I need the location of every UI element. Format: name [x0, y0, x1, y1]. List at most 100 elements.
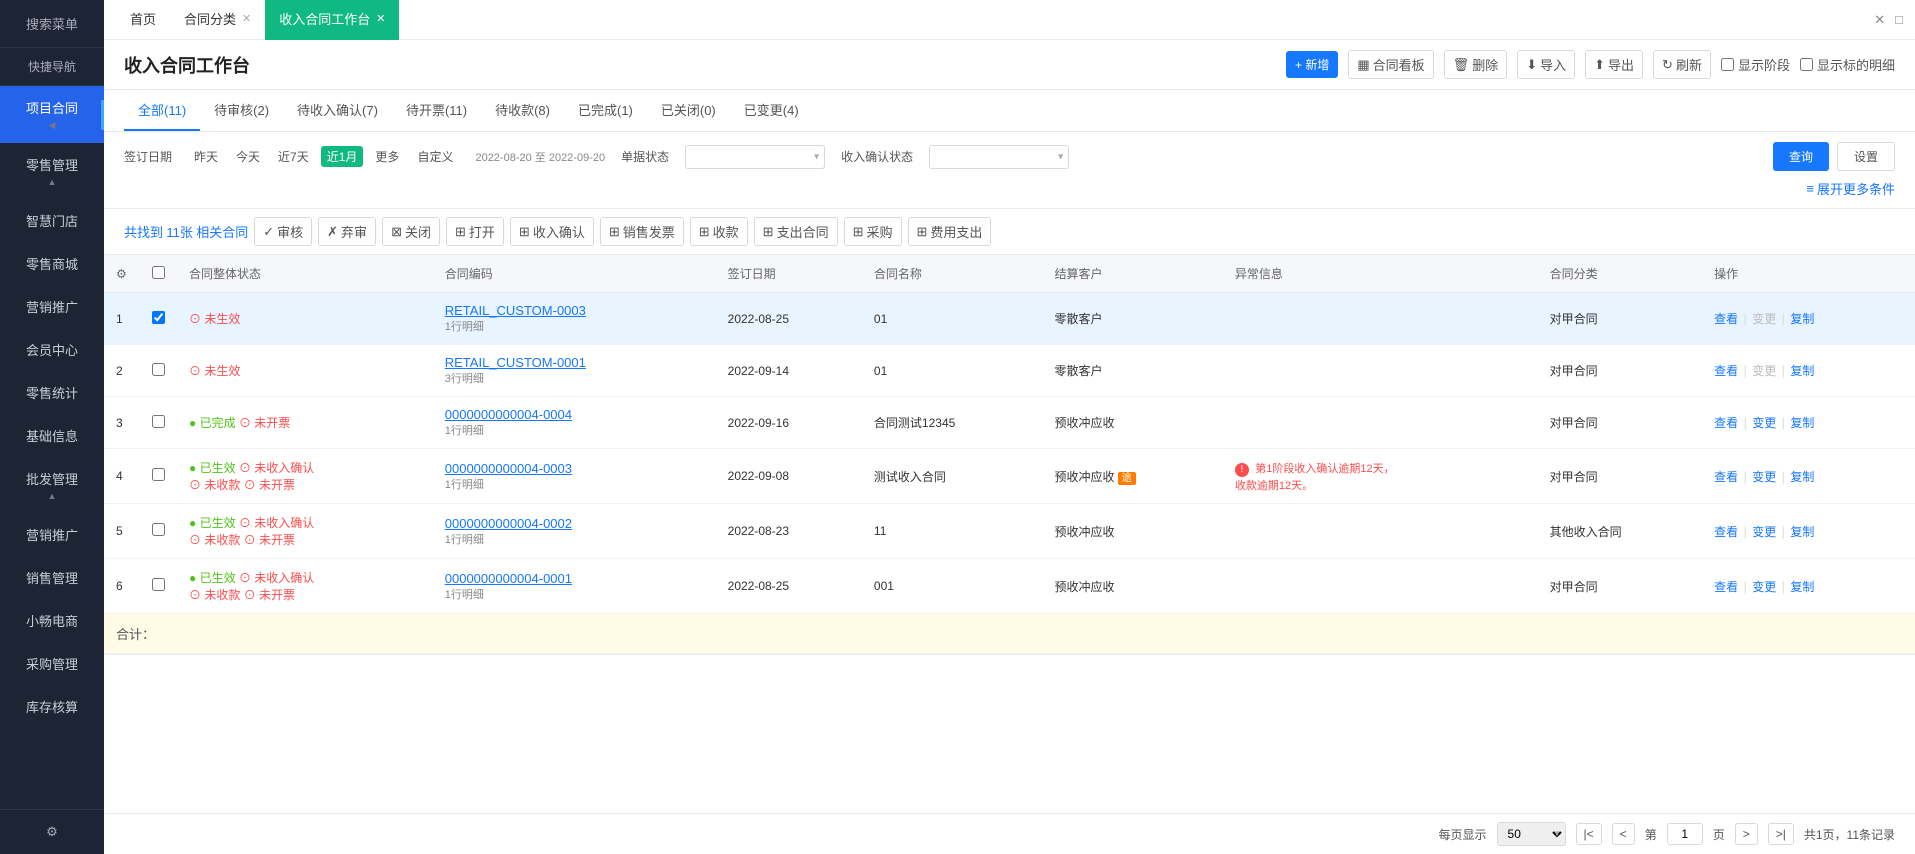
subtab-pending-payment[interactable]: 待收款(8)	[481, 90, 564, 131]
expense-button[interactable]: ⊞ 费用支出	[908, 217, 992, 246]
new-button[interactable]: + 新增	[1286, 51, 1338, 78]
sidebar-item-retail-mgmt[interactable]: 零售管理 ▲	[0, 143, 104, 199]
sidebar-item-purchase[interactable]: 采购管理	[0, 642, 104, 685]
edit-btn[interactable]: 变更	[1752, 364, 1776, 378]
check-cell[interactable]	[140, 345, 177, 397]
sidebar-item-sales-mgmt[interactable]: 销售管理	[0, 556, 104, 599]
copy-btn[interactable]: 复制	[1790, 525, 1814, 539]
doc-status-select[interactable]	[685, 145, 825, 169]
sidebar-item-retail-stats[interactable]: 零售统计	[0, 371, 104, 414]
subtab-changed[interactable]: 已变更(4)	[730, 90, 813, 131]
contract-code-link[interactable]: 0000000000004-0004	[445, 407, 572, 422]
copy-btn[interactable]: 复制	[1790, 580, 1814, 594]
last-page-btn[interactable]: >|	[1768, 823, 1794, 845]
copy-btn[interactable]: 复制	[1790, 470, 1814, 484]
tab-contract-category[interactable]: 合同分类 ✕	[170, 0, 265, 40]
sidebar-item-marketing2[interactable]: 营销推广	[0, 513, 104, 556]
date-btn-custom[interactable]: 自定义	[411, 146, 459, 167]
collect-button[interactable]: ⊞ 收款	[690, 217, 748, 246]
contract-code-link[interactable]: RETAIL_CUSTOM-0003	[445, 303, 586, 318]
view-btn[interactable]: 查看	[1714, 364, 1738, 378]
copy-btn[interactable]: 复制	[1790, 364, 1814, 378]
view-btn[interactable]: 查看	[1714, 470, 1738, 484]
purchase-button[interactable]: ⊞ 采购	[844, 217, 902, 246]
col-checkbox[interactable]	[140, 255, 177, 293]
page-input[interactable]	[1667, 823, 1703, 845]
sidebar-search[interactable]: 搜索菜单	[0, 0, 104, 48]
date-btn-last1month[interactable]: 近1月	[321, 146, 364, 167]
import-button[interactable]: ⬇ 导入	[1517, 50, 1575, 79]
sidebar-item-xiaochu[interactable]: 小畅电商	[0, 599, 104, 642]
col-settings[interactable]: ⚙	[104, 255, 140, 293]
per-page-select[interactable]: 50 20 100	[1497, 822, 1566, 846]
sidebar-item-inventory[interactable]: 库存核算	[0, 685, 104, 728]
show-stages-checkbox[interactable]: 显示阶段	[1721, 55, 1790, 74]
date-btn-more[interactable]: 更多	[369, 146, 405, 167]
copy-btn[interactable]: 复制	[1790, 312, 1814, 326]
sidebar-item-retail-mall[interactable]: 零售商城	[0, 242, 104, 285]
select-all-checkbox[interactable]	[152, 266, 165, 279]
edit-btn[interactable]: 变更	[1752, 416, 1776, 430]
sidebar-item-smart-shop[interactable]: 智慧门店	[0, 199, 104, 242]
expand-filter-btn[interactable]: ≡ 展开更多条件	[1806, 179, 1895, 198]
view-btn[interactable]: 查看	[1714, 312, 1738, 326]
row-checkbox[interactable]	[152, 311, 165, 324]
show-stages-input[interactable]	[1721, 58, 1734, 71]
prev-page-btn[interactable]: <	[1612, 823, 1635, 845]
copy-btn[interactable]: 复制	[1790, 416, 1814, 430]
check-cell[interactable]	[140, 504, 177, 559]
subtab-pending-review[interactable]: 待审核(2)	[200, 90, 283, 131]
tab-close-active-icon[interactable]: ✕	[376, 12, 385, 25]
refresh-button[interactable]: ↻ 刷新	[1653, 50, 1711, 79]
tab-close-icon[interactable]: ✕	[242, 12, 251, 25]
row-checkbox[interactable]	[152, 523, 165, 536]
subtab-completed[interactable]: 已完成(1)	[564, 90, 647, 131]
sidebar-item-marketing[interactable]: 营销推广	[0, 285, 104, 328]
window-max-icon[interactable]: □	[1895, 12, 1903, 28]
first-page-btn[interactable]: |<	[1576, 823, 1602, 845]
subtab-all[interactable]: 全部(11)	[124, 90, 200, 131]
check-cell[interactable]	[140, 449, 177, 504]
edit-btn[interactable]: 变更	[1752, 580, 1776, 594]
tab-home[interactable]: 首页	[116, 0, 170, 40]
sidebar-item-member[interactable]: 会员中心	[0, 328, 104, 371]
row-checkbox[interactable]	[152, 363, 165, 376]
edit-btn[interactable]: 变更	[1752, 470, 1776, 484]
contract-code-link[interactable]: 0000000000004-0001	[445, 571, 572, 586]
subtab-pending-invoice[interactable]: 待开票(11)	[392, 90, 481, 131]
sidebar-item-project[interactable]: 项目合同 ◀	[0, 86, 104, 143]
export-button[interactable]: ⬆ 导出	[1585, 50, 1643, 79]
row-checkbox[interactable]	[152, 415, 165, 428]
abandon-button[interactable]: ✗ 弃审	[318, 217, 376, 246]
subtab-closed[interactable]: 已关闭(0)	[647, 90, 730, 131]
contract-code-link[interactable]: RETAIL_CUSTOM-0001	[445, 355, 586, 370]
income-confirm-button[interactable]: ⊞ 收入确认	[510, 217, 594, 246]
contract-board-button[interactable]: ▦ 合同看板	[1348, 50, 1433, 79]
search-button[interactable]: 查询	[1773, 142, 1829, 171]
date-btn-yesterday[interactable]: 昨天	[188, 146, 224, 167]
view-btn[interactable]: 查看	[1714, 580, 1738, 594]
sales-invoice-button[interactable]: ⊞ 销售发票	[600, 217, 684, 246]
tab-income-contract[interactable]: 收入合同工作台 ✕	[265, 0, 399, 40]
audit-button[interactable]: ✓ 审核	[254, 217, 312, 246]
income-confirm-select[interactable]	[929, 145, 1069, 169]
check-cell[interactable]	[140, 559, 177, 614]
view-btn[interactable]: 查看	[1714, 525, 1738, 539]
row-checkbox[interactable]	[152, 468, 165, 481]
edit-btn[interactable]: 变更	[1752, 312, 1776, 326]
date-btn-today[interactable]: 今天	[230, 146, 266, 167]
sidebar-quick-nav[interactable]: 快捷导航	[0, 48, 104, 86]
print-button[interactable]: ⊞ 打开	[446, 217, 504, 246]
sidebar-settings[interactable]: ⚙	[0, 809, 104, 854]
close-contract-button[interactable]: ⊠ 关闭	[382, 217, 440, 246]
window-close-icon[interactable]: ✕	[1874, 12, 1885, 28]
next-page-btn[interactable]: >	[1735, 823, 1758, 845]
set-button[interactable]: 设置	[1837, 142, 1895, 171]
sidebar-item-basic-info[interactable]: 基础信息	[0, 414, 104, 457]
date-btn-last7[interactable]: 近7天	[272, 146, 315, 167]
show-detail-checkbox[interactable]: 显示标的明细	[1800, 55, 1895, 74]
expense-out-button[interactable]: ⊞ 支出合同	[754, 217, 838, 246]
edit-btn[interactable]: 变更	[1752, 525, 1776, 539]
contract-code-link[interactable]: 0000000000004-0002	[445, 516, 572, 531]
check-cell[interactable]	[140, 293, 177, 345]
